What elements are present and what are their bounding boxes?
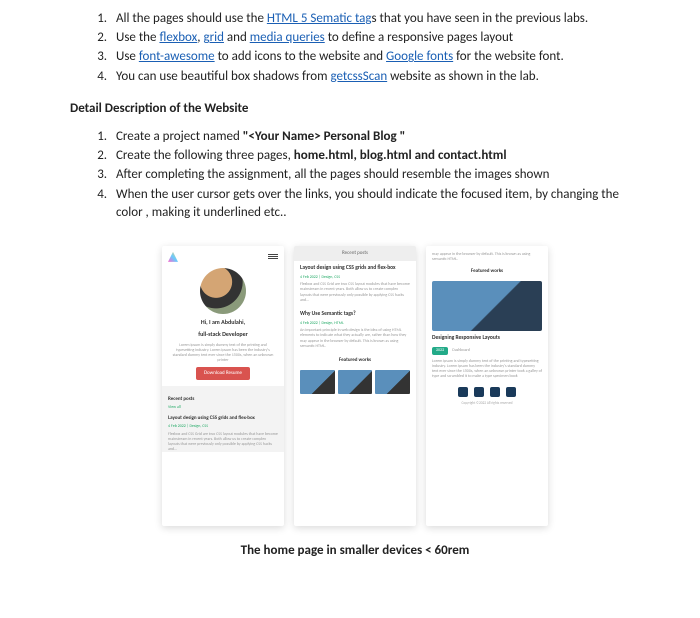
post-title: Layout design using CSS grids and flex-b… [300, 265, 410, 273]
intro-role: full-stack Developer [168, 330, 278, 338]
link-media-queries[interactable]: media queries [250, 30, 325, 45]
featured-image [338, 370, 373, 394]
detail-item: After completing the assignment, all the… [110, 166, 640, 184]
card-body: Lorem ipsum is simply dummy text of the … [432, 359, 542, 380]
continuation-text: may appear in the browser by default. Th… [432, 252, 542, 262]
detail-item: Create a project named "<Your Name> Pers… [110, 128, 640, 146]
recent-posts-title: Recent posts [168, 396, 278, 403]
view-all-link: View all [168, 405, 278, 411]
featured-images [300, 370, 410, 394]
intro-blurb: Lorem ipsum is simply dummy text of the … [170, 343, 276, 364]
mockup-device-2: Recent posts Layout design using CSS gri… [294, 246, 416, 526]
requirement-item: All the pages should use the HTML 5 Sema… [110, 10, 640, 28]
requirements-list: All the pages should use the HTML 5 Sema… [70, 10, 640, 86]
post-meta: 4 Feb 2022 | Design, CSS [168, 424, 278, 430]
featured-hero-image [432, 281, 542, 331]
post-meta: 4 Feb 2022 | Design, CSS [300, 275, 410, 281]
post-body: An important principle in web design is … [300, 328, 410, 349]
hamburger-icon [268, 254, 278, 259]
featured-image [300, 370, 335, 394]
mockup-device-3: may appear in the browser by default. Th… [426, 246, 548, 526]
tag-category: Dashboard [452, 348, 470, 353]
detail-list: Create a project named "<Your Name> Pers… [70, 128, 640, 222]
link-google-fonts[interactable]: Google fonts [386, 49, 453, 64]
tag-year: 2022 [432, 347, 448, 355]
card-title: Designing Responsive Layouts [432, 335, 542, 343]
figure-caption: The home page in smaller devices < 60rem [70, 542, 640, 560]
section-title: Detail Description of the Website [70, 100, 640, 118]
instagram-icon [474, 387, 484, 397]
requirement-item: Use font-awesome to add icons to the web… [110, 48, 640, 66]
post-body: Flexbox and CSS Grid are two CSS layout … [300, 282, 410, 303]
requirement-item: Use the flexbox, grid and media queries … [110, 29, 640, 47]
avatar [200, 268, 246, 314]
mockup-row: Hi, I am Abdulahi, full-stack Developer … [70, 246, 640, 526]
post-body: Flexbox and CSS Grid are two CSS layout … [168, 432, 278, 453]
intro-name: Hi, I am Abdulahi, [168, 318, 278, 326]
download-button: Download Resume [196, 367, 250, 380]
post-title: Layout design using CSS grids and flex-b… [168, 415, 278, 422]
recent-posts-bar: Recent posts [294, 246, 416, 261]
requirement-item: You can use beautiful box shadows from g… [110, 68, 640, 86]
mockup-device-1: Hi, I am Abdulahi, full-stack Developer … [162, 246, 284, 526]
link-getcssscan[interactable]: getcssScan [330, 69, 387, 84]
detail-item: When the user cursor gets over the links… [110, 186, 640, 222]
social-icons [432, 387, 542, 397]
detail-item: Create the following three pages, home.h… [110, 147, 640, 165]
link-html5[interactable]: HTML 5 Sematic tag [267, 11, 372, 26]
twitter-icon [490, 387, 500, 397]
link-font-awesome[interactable]: font-awesome [139, 49, 215, 64]
link-flexbox[interactable]: flexbox [159, 30, 197, 45]
post-title: Why Use Semantic tags? [300, 311, 410, 319]
post-meta: 4 Feb 2022 | Design, HTML [300, 321, 410, 327]
link-grid[interactable]: grid [203, 30, 223, 45]
featured-image [375, 370, 410, 394]
featured-works-title: Featured works [300, 357, 410, 364]
facebook-icon [458, 387, 468, 397]
linkedin-icon [506, 387, 516, 397]
copyright-text: Copyright ©2022 All rights reserved [432, 401, 542, 406]
logo-icon [168, 252, 178, 262]
featured-works-title: Featured works [432, 268, 542, 275]
